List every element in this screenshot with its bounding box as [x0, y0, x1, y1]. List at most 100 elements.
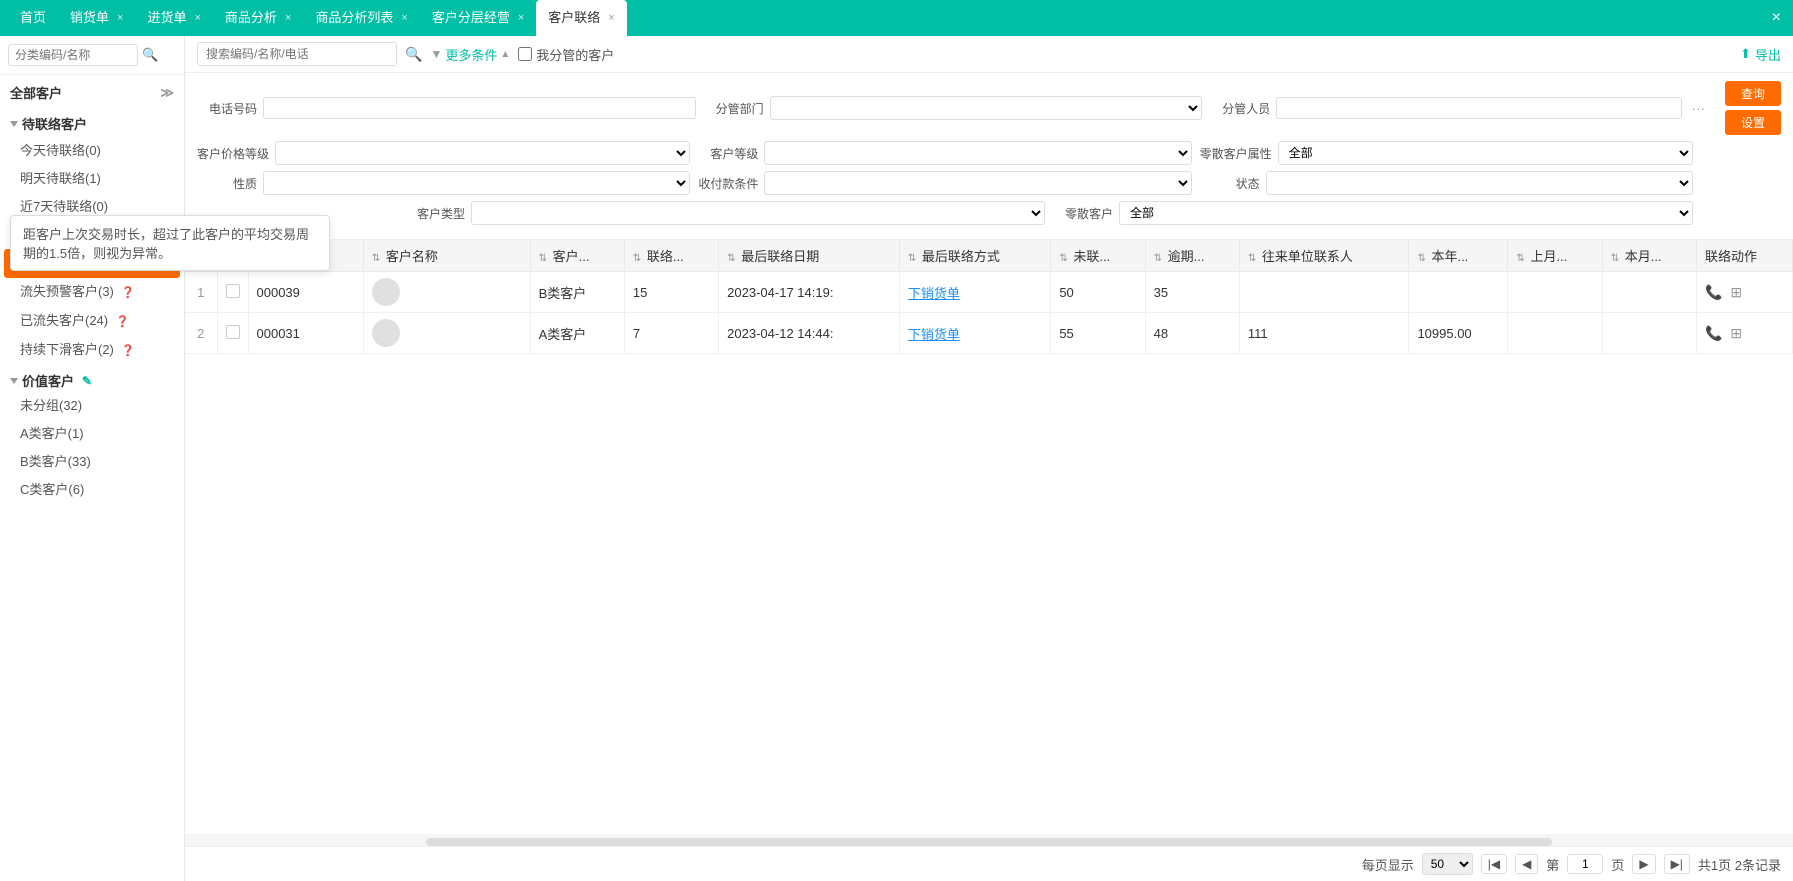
filter-row-2: 客户价格等级 客户等级 零散客户属性 全部 — [197, 141, 1781, 165]
sidebar-item-c-customers[interactable]: C类客户(6) — [0, 476, 184, 504]
page-input[interactable] — [1567, 854, 1603, 874]
person-more-icon[interactable]: ··· — [1688, 101, 1709, 116]
th-name: 客户名称 — [363, 240, 530, 272]
nav-purchase[interactable]: 进货单 × — [135, 0, 212, 36]
cell-code: 000031 — [248, 313, 363, 354]
th-this-month: 本月... — [1602, 240, 1696, 272]
prev-page-btn[interactable]: ◀ — [1515, 854, 1538, 874]
nav-product-list[interactable]: 商品分析列表 × — [303, 0, 419, 36]
retail-customer-select[interactable]: 全部 — [1119, 201, 1693, 225]
filter-price-level: 客户价格等级 — [197, 141, 690, 165]
filter-row-1: 电话号码 分管部门 分管人员 ··· 查询 设置 — [197, 81, 1781, 135]
window-close-icon[interactable]: × — [1772, 9, 1781, 27]
action-phone-icon[interactable]: 📞 — [1705, 325, 1722, 342]
more-conditions-label: 更多条件 — [445, 45, 497, 64]
nav-customer-contact[interactable]: 客户联络 × — [536, 0, 626, 36]
th-contact-count: 联络... — [624, 240, 718, 272]
sidebar-all-customers[interactable]: 全部客户 ≫ — [0, 75, 184, 110]
search-button[interactable]: 🔍 — [405, 46, 422, 63]
th-name-sort[interactable] — [372, 249, 382, 264]
page-suffix: 页 — [1611, 855, 1624, 874]
sidebar-item-tomorrow[interactable]: 明天待联络(1) — [0, 165, 184, 193]
sidebar-item-today[interactable]: 今天待联络(0) — [0, 137, 184, 165]
cell-last-contact-date: 2023-04-12 14:44: — [719, 313, 900, 354]
retail-attr-select[interactable]: 全部 — [1278, 141, 1693, 165]
total-label: 共1页 2条记录 — [1698, 855, 1781, 874]
customer-type-select[interactable] — [471, 201, 1045, 225]
th-level-sort[interactable] — [539, 249, 549, 264]
sidebar-item-unclassified[interactable]: 未分组(32) — [0, 392, 184, 420]
per-page-select[interactable]: 50 100 200 — [1422, 853, 1473, 875]
nav-product-analysis[interactable]: 商品分析 × — [213, 0, 303, 36]
th-last-month-sort[interactable] — [1516, 249, 1526, 264]
cell-checkbox[interactable] — [217, 313, 248, 354]
price-level-select[interactable] — [275, 141, 690, 165]
my-customers-toggle[interactable]: 我分管的客户 — [518, 45, 614, 64]
status-select[interactable] — [1266, 171, 1693, 195]
dept-select[interactable] — [770, 96, 1203, 120]
th-contact-person-sort[interactable] — [1248, 249, 1258, 264]
nav-sales-close[interactable]: × — [117, 0, 123, 36]
horizontal-scrollbar[interactable] — [185, 834, 1793, 846]
nav-home[interactable]: 首页 — [8, 0, 58, 36]
sidebar-search-icon[interactable]: 🔍 — [142, 47, 158, 63]
contact-method-link[interactable]: 下销货单 — [908, 327, 960, 342]
advanced-filter: 电话号码 分管部门 分管人员 ··· 查询 设置 — [185, 73, 1793, 240]
nav-customer-segment[interactable]: 客户分层经营 × — [420, 0, 536, 36]
sidebar-item-a-customers[interactable]: A类客户(1) — [0, 420, 184, 448]
setup-button[interactable]: 设置 — [1725, 110, 1781, 135]
th-this-month-sort[interactable] — [1611, 249, 1621, 264]
nav-purchase-close[interactable]: × — [194, 0, 200, 36]
nav-sales[interactable]: 销货单 × — [58, 0, 135, 36]
query-button[interactable]: 查询 — [1725, 81, 1781, 106]
more-conditions-btn[interactable]: ▼ 更多条件 ▲ — [430, 45, 510, 64]
th-overdue-sort[interactable] — [1154, 249, 1164, 264]
sidebar-already-lost-label: 已流失客户(24) — [20, 313, 108, 328]
top-nav: 首页 销货单 × 进货单 × 商品分析 × 商品分析列表 × 客户分层经营 × … — [0, 0, 1793, 36]
person-input[interactable] — [1276, 97, 1682, 119]
cell-this-year — [1409, 272, 1508, 313]
nav-product-list-close[interactable]: × — [401, 0, 407, 36]
search-input[interactable] — [197, 42, 397, 66]
sidebar-item-already-lost[interactable]: 已流失客户(24) ❓ — [0, 307, 184, 336]
sidebar-collapse-icon[interactable]: ≫ — [160, 85, 174, 101]
sidebar-item-b-customers[interactable]: B类客户(33) — [0, 448, 184, 476]
action-phone-icon[interactable]: 📞 — [1705, 284, 1722, 301]
nav-product-analysis-close[interactable]: × — [285, 0, 291, 36]
edit-valued-icon[interactable]: ✎ — [82, 374, 92, 388]
th-contact-count-sort[interactable] — [633, 249, 643, 264]
cell-name — [363, 272, 530, 313]
export-button[interactable]: ⬆ 导出 — [1740, 45, 1781, 64]
sidebar-item-keep-following[interactable]: 持续下滑客户(2) ❓ — [0, 336, 184, 365]
th-last-contact-method-sort[interactable] — [908, 249, 918, 264]
phone-input[interactable] — [263, 97, 696, 119]
sidebar-search-input[interactable] — [8, 44, 138, 66]
sidebar-pending-label: 待联络客户 — [22, 114, 87, 133]
th-last-contact-date-sort[interactable] — [727, 249, 737, 264]
action-more-icon[interactable]: ⊞ — [1730, 284, 1742, 301]
next-page-btn[interactable]: ▶ — [1632, 854, 1655, 874]
last-page-btn[interactable]: ▶| — [1664, 854, 1690, 874]
nav-customer-contact-close[interactable]: × — [608, 0, 614, 36]
th-this-year-sort[interactable] — [1417, 249, 1427, 264]
cell-last-contact-method: 下销货单 — [899, 313, 1051, 354]
sidebar-item-lost-warning[interactable]: 流失预警客户(3) ❓ — [0, 278, 184, 307]
cell-checkbox[interactable] — [217, 272, 248, 313]
nav-customer-contact-label: 客户联络 — [548, 0, 600, 36]
gender-select[interactable] — [263, 171, 690, 195]
customer-level-select[interactable] — [764, 141, 1191, 165]
payment-select[interactable] — [764, 171, 1191, 195]
cell-contact-person — [1239, 272, 1409, 313]
row-checkbox[interactable] — [226, 325, 240, 339]
action-more-icon[interactable]: ⊞ — [1730, 325, 1742, 342]
nav-customer-segment-close[interactable]: × — [518, 0, 524, 36]
my-customers-checkbox[interactable] — [518, 47, 532, 61]
contact-method-link[interactable]: 下销货单 — [908, 286, 960, 301]
row-checkbox[interactable] — [226, 284, 240, 298]
first-page-btn[interactable]: |◀ — [1481, 854, 1507, 874]
table-row: 1 000039 B类客户 15 2023-04-17 14:19: 下销货单 … — [185, 272, 1793, 313]
scrollbar-track — [426, 838, 1552, 846]
th-not-contacted-sort[interactable] — [1059, 249, 1069, 264]
cell-contact-count: 15 — [624, 272, 718, 313]
cell-num: 1 — [185, 272, 217, 313]
